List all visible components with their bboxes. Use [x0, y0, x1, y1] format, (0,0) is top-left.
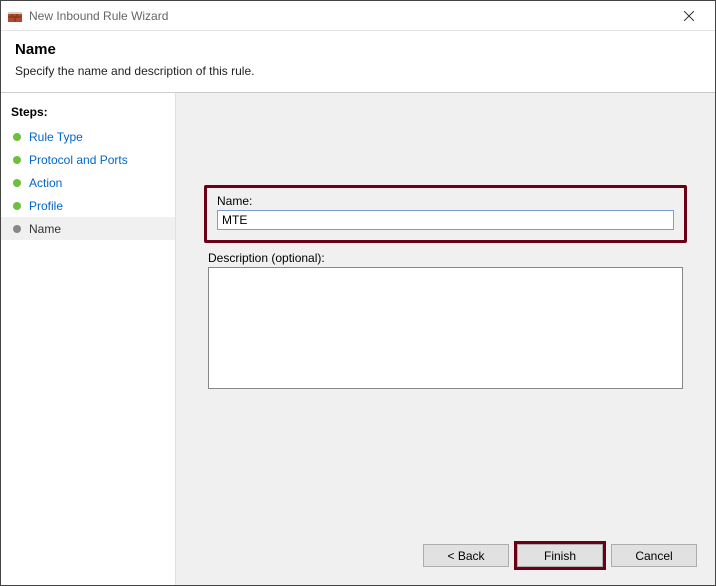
window-title: New Inbound Rule Wizard [29, 9, 669, 23]
wizard-header: Name Specify the name and description of… [1, 31, 715, 92]
form-area: Name: Description (optional): [176, 93, 715, 409]
page-subtitle: Specify the name and description of this… [15, 64, 701, 78]
step-protocol-and-ports[interactable]: Protocol and Ports [1, 148, 175, 171]
page-title: Name [15, 41, 701, 58]
bullet-icon [13, 225, 21, 233]
bullet-icon [13, 156, 21, 164]
step-label: Protocol and Ports [29, 153, 128, 167]
steps-heading: Steps: [1, 99, 175, 125]
step-label: Action [29, 176, 62, 190]
steps-sidebar: Steps: Rule Type Protocol and Ports Acti… [1, 93, 176, 585]
wizard-window: New Inbound Rule Wizard Name Specify the… [0, 0, 716, 586]
firewall-icon [7, 8, 23, 24]
main-panel: Name: Description (optional): < Back Fin… [176, 93, 715, 585]
step-label: Rule Type [29, 130, 83, 144]
close-button[interactable] [669, 2, 709, 30]
wizard-body: Steps: Rule Type Protocol and Ports Acti… [1, 92, 715, 585]
finish-button[interactable]: Finish [517, 544, 603, 567]
description-textarea[interactable] [208, 267, 683, 389]
back-button[interactable]: < Back [423, 544, 509, 567]
name-field-highlight: Name: [204, 185, 687, 243]
button-row: < Back Finish Cancel [423, 544, 697, 567]
step-rule-type[interactable]: Rule Type [1, 125, 175, 148]
name-input[interactable] [217, 210, 674, 230]
step-action[interactable]: Action [1, 171, 175, 194]
titlebar: New Inbound Rule Wizard [1, 1, 715, 31]
step-label: Name [29, 222, 61, 236]
cancel-button[interactable]: Cancel [611, 544, 697, 567]
bullet-icon [13, 179, 21, 187]
step-profile[interactable]: Profile [1, 194, 175, 217]
step-name[interactable]: Name [1, 217, 175, 240]
bullet-icon [13, 202, 21, 210]
name-label: Name: [217, 194, 674, 208]
step-label: Profile [29, 199, 63, 213]
bullet-icon [13, 133, 21, 141]
description-label: Description (optional): [208, 251, 683, 265]
